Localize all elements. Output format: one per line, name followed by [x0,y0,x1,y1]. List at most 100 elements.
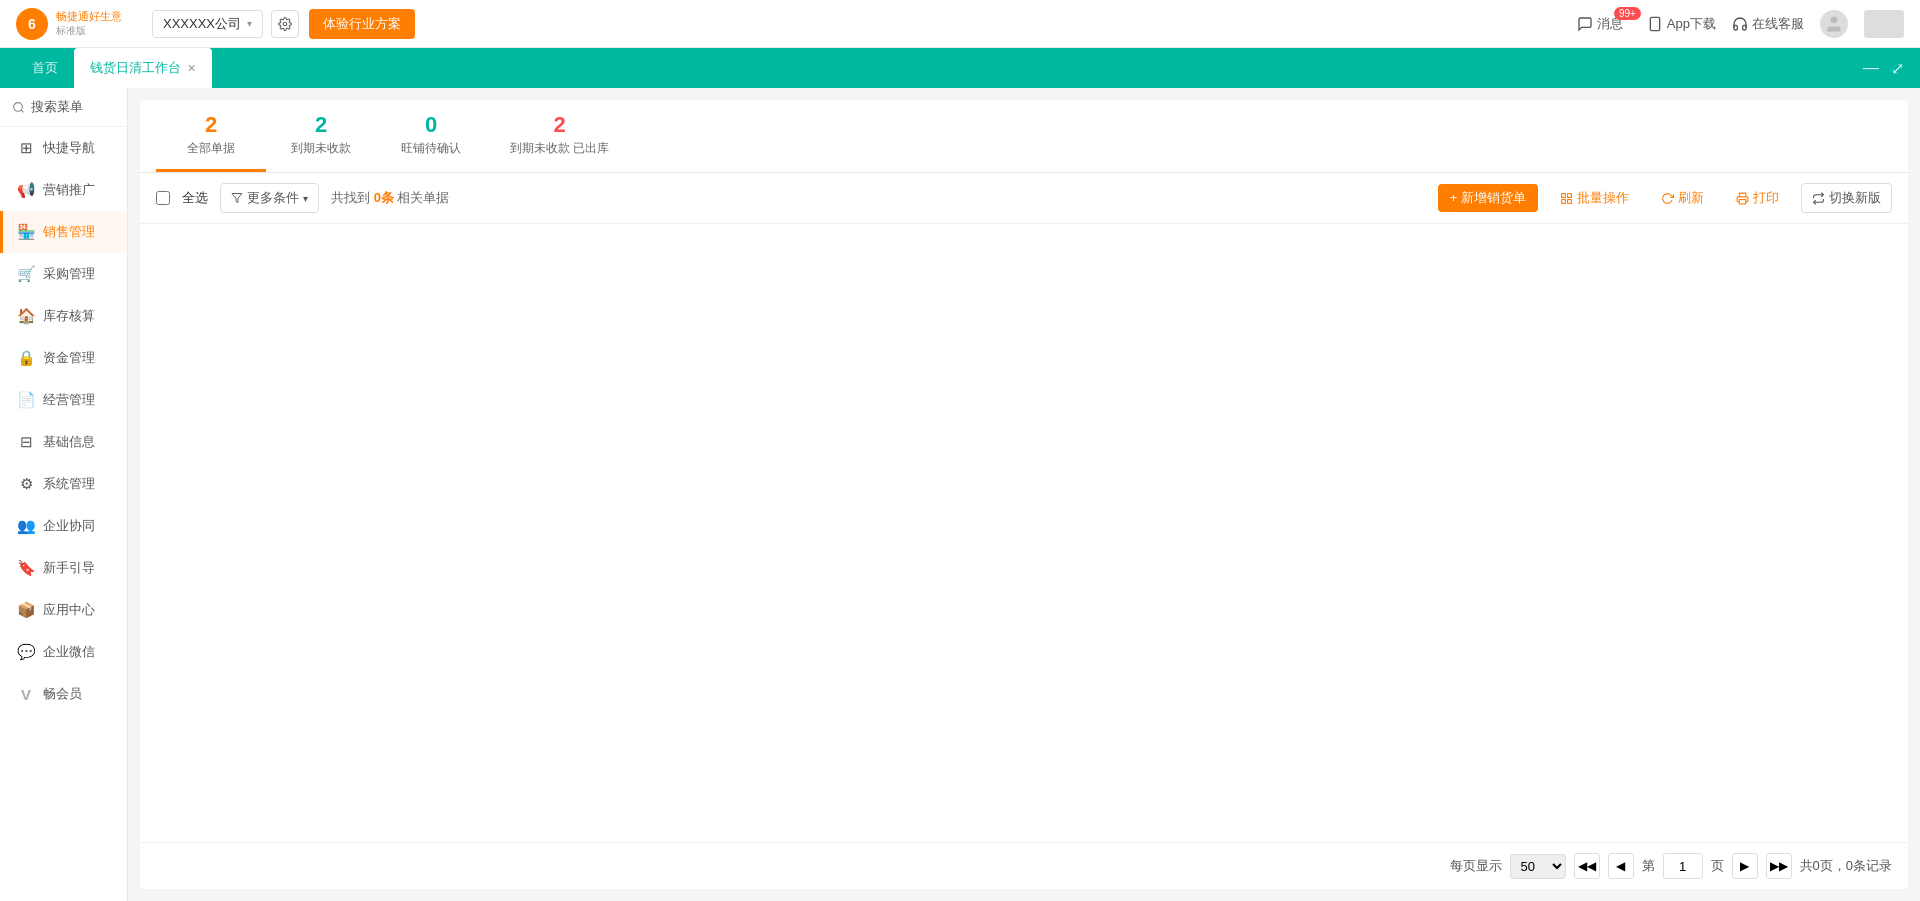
page-size-select[interactable]: 50 100 200 [1510,854,1566,879]
message-button[interactable]: 消息 99+ [1577,15,1631,33]
table-area [140,224,1908,842]
last-page-button[interactable]: ▶▶ [1766,853,1792,879]
stat-label-overdue: 到期未收款 [291,140,351,157]
batch-operation-button[interactable]: 批量操作 [1550,184,1639,212]
page-number-input[interactable] [1663,853,1703,879]
svg-rect-8 [1568,193,1572,197]
online-service-label: 在线客服 [1752,15,1804,33]
first-page-button[interactable]: ◀◀ [1574,853,1600,879]
stat-num-wangpu: 0 [425,112,437,138]
sidebar-item-quick-nav[interactable]: ⊞ 快捷导航 [0,127,127,169]
switch-icon [1812,192,1825,205]
tab-work-bench[interactable]: 钱货日清工作台 ✕ [74,48,212,88]
sidebar-search-label: 搜索菜单 [31,98,83,116]
filter-icon [231,192,243,204]
sidebar-item-label: 库存核算 [43,307,95,325]
sidebar-item-member[interactable]: V 畅会员 [0,673,127,715]
batch-icon [1560,192,1573,205]
sidebar-item-operations[interactable]: 📄 经营管理 [0,379,127,421]
refresh-button[interactable]: 刷新 [1651,184,1714,212]
avatar[interactable] [1820,10,1848,38]
company-name: XXXXXX公司 [163,15,241,33]
svg-rect-1 [1650,17,1659,30]
company-selector[interactable]: XXXXXX公司 ▾ [152,10,263,38]
main-layout: 搜索菜单 ⊞ 快捷导航 📢 营销推广 🏪 销售管理 🛒 采购管理 🏠 库存核算 … [0,88,1920,901]
stat-tab-overdue-shipped[interactable]: 2 到期未收款 已出库 [486,100,633,172]
prev-page-button[interactable]: ◀ [1608,853,1634,879]
settings-button[interactable] [271,10,299,38]
tab-bar-actions: — ⤢ [1863,59,1904,78]
sales-icon: 🏪 [17,223,35,241]
stat-tab-overdue[interactable]: 2 到期未收款 [266,100,376,172]
tab-minimize-icon[interactable]: — [1863,59,1879,77]
tab-maximize-icon[interactable]: ⤢ [1891,59,1904,78]
add-sales-order-button[interactable]: + 新增销货单 [1438,184,1538,212]
finance-icon: 🔒 [17,349,35,367]
filter-label: 更多条件 [247,189,299,207]
trial-button[interactable]: 体验行业方案 [309,9,415,39]
member-icon: V [17,686,35,703]
sidebar-item-sales[interactable]: 🏪 销售管理 [0,211,127,253]
sidebar-item-basic-info[interactable]: ⊟ 基础信息 [0,421,127,463]
svg-rect-11 [1739,199,1746,203]
svg-rect-9 [1568,199,1572,203]
sidebar-item-enterprise[interactable]: 👥 企业协同 [0,505,127,547]
content-body: 2 全部单据 2 到期未收款 0 旺铺待确认 2 到期未收款 已出库 [140,100,1908,889]
next-page-button[interactable]: ▶ [1732,853,1758,879]
sidebar-item-app-center[interactable]: 📦 应用中心 [0,589,127,631]
svg-rect-10 [1562,199,1566,203]
sidebar-item-guide[interactable]: 🔖 新手引导 [0,547,127,589]
switch-version-button[interactable]: 切换新版 [1801,183,1892,213]
sidebar-item-purchase[interactable]: 🛒 采购管理 [0,253,127,295]
stat-label-wangpu: 旺铺待确认 [401,140,461,157]
found-text: 共找到 0条 相关单据 [331,189,449,207]
gear-icon [278,17,292,31]
sidebar-item-system[interactable]: ⚙ 系统管理 [0,463,127,505]
sidebar-item-finance[interactable]: 🔒 资金管理 [0,337,127,379]
tab-home-label: 首页 [32,59,58,77]
sidebar-item-marketing[interactable]: 📢 营销推广 [0,169,127,211]
sidebar-item-label: 营销推广 [43,181,95,199]
page-unit: 页 [1711,857,1724,875]
select-all-checkbox[interactable] [156,191,170,205]
toolbar-right: + 新增销货单 批量操作 刷新 [1438,183,1892,213]
print-icon [1736,192,1749,205]
system-icon: ⚙ [17,475,35,493]
sidebar-item-label: 企业协同 [43,517,95,535]
svg-rect-7 [1562,193,1566,197]
sidebar-item-label: 资金管理 [43,349,95,367]
refresh-label: 刷新 [1678,189,1704,207]
online-service-button[interactable]: 在线客服 [1732,15,1804,33]
sidebar-item-label: 企业微信 [43,643,95,661]
app-center-icon: 📦 [17,601,35,619]
toolbar: 全选 更多条件 ▾ 共找到 0条 相关单据 + 新增销货单 [140,173,1908,224]
svg-point-0 [283,22,287,26]
print-button[interactable]: 打印 [1726,184,1789,212]
pagination: 每页显示 50 100 200 ◀◀ ◀ 第 页 ▶ ▶▶ 共0页，0条记录 [140,842,1908,889]
tab-close-icon[interactable]: ✕ [187,62,196,75]
sidebar: 搜索菜单 ⊞ 快捷导航 📢 营销推广 🏪 销售管理 🛒 采购管理 🏠 库存核算 … [0,88,128,901]
batch-label: 批量操作 [1577,189,1629,207]
tab-home[interactable]: 首页 [16,48,74,88]
basic-info-icon: ⊟ [17,433,35,451]
stat-num-overdue: 2 [315,112,327,138]
sidebar-item-label: 快捷导航 [43,139,95,157]
phone-icon [1647,16,1663,32]
tab-work-bench-label: 钱货日清工作台 [90,59,181,77]
sidebar-item-label: 销售管理 [43,223,95,241]
sidebar-search[interactable]: 搜索菜单 [0,88,127,127]
sidebar-item-wechat[interactable]: 💬 企业微信 [0,631,127,673]
stat-tab-wangpu[interactable]: 0 旺铺待确认 [376,100,486,172]
tab-bar: 首页 钱货日清工作台 ✕ — ⤢ [0,48,1920,88]
enterprise-icon: 👥 [17,517,35,535]
stat-tab-all[interactable]: 2 全部单据 [156,100,266,172]
svg-point-4 [14,102,23,111]
operations-icon: 📄 [17,391,35,409]
app-download-button[interactable]: App下载 [1647,15,1716,33]
marketing-icon: 📢 [17,181,35,199]
stats-tabs: 2 全部单据 2 到期未收款 0 旺铺待确认 2 到期未收款 已出库 [140,100,1908,173]
sidebar-item-inventory[interactable]: 🏠 库存核算 [0,295,127,337]
filter-button[interactable]: 更多条件 ▾ [220,183,319,213]
search-icon [12,101,25,114]
main-content: 2 全部单据 2 到期未收款 0 旺铺待确认 2 到期未收款 已出库 [128,88,1920,901]
